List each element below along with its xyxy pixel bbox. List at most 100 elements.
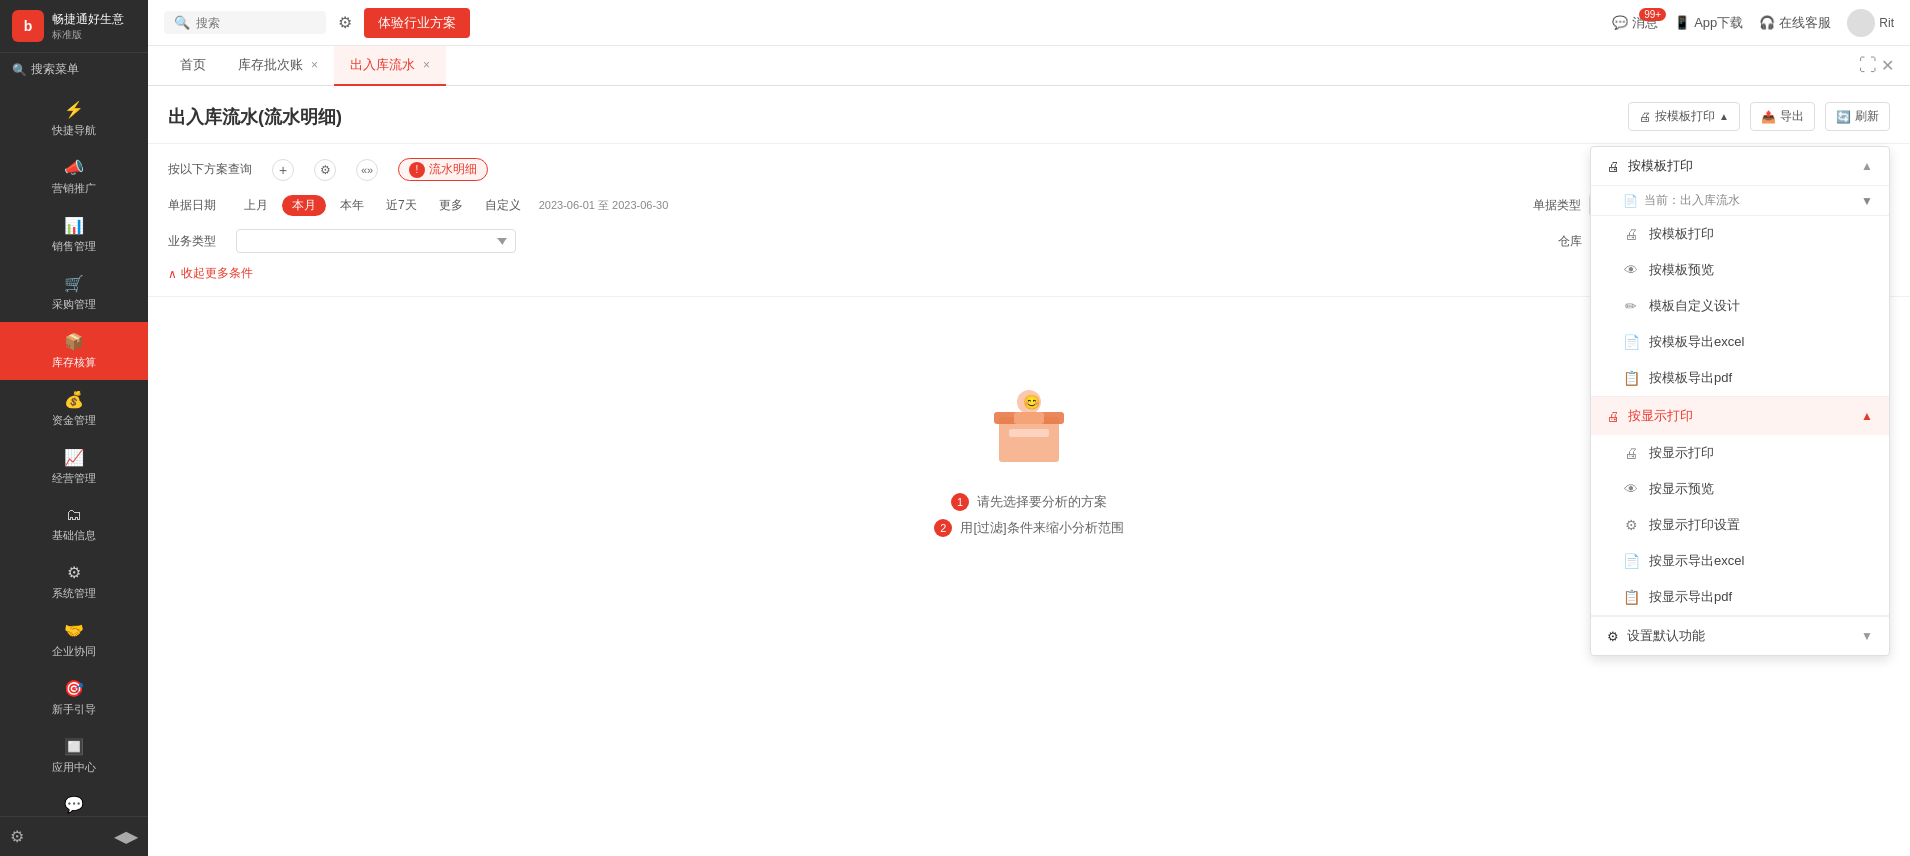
sidebar-footer: ⚙ ◀▶ xyxy=(0,816,148,856)
dropdown-template-模板自定义设计[interactable]: ✏模板自定义设计 xyxy=(1591,288,1889,324)
dropdown-display-icon: 🖨 xyxy=(1623,445,1639,461)
empty-illustration: 😊 xyxy=(979,377,1079,477)
print-template-btn[interactable]: 🖨 按模板打印 ▲ xyxy=(1628,102,1740,131)
guide-icon: 🎯 xyxy=(64,679,84,698)
basic-icon: 🗂 xyxy=(66,506,82,524)
dropdown-icon: 📄 xyxy=(1623,334,1639,350)
tabs-more-icon[interactable]: ✕ xyxy=(1881,56,1894,75)
empty-step-1: 1 请先选择要分析的方案 xyxy=(951,493,1107,511)
tabs-expand-icon[interactable]: ⛶ xyxy=(1859,55,1877,76)
tab-stock-flow[interactable]: 出入库流水 × xyxy=(334,46,446,86)
page-title: 出入库流水(流水明细) xyxy=(168,105,342,129)
sidebar-item-app-center[interactable]: 🔲应用中心 xyxy=(0,727,148,785)
sidebar-item-corp-wechat[interactable]: 💬企业微信 xyxy=(0,785,148,816)
headset-icon: 🎧 xyxy=(1759,15,1775,30)
topbar: 🔍 ⚙ 体验行业方案 💬 消息 99+ 📱 App下载 🎧 在线客服 R xyxy=(148,0,1910,46)
footer-chevron[interactable]: ▼ xyxy=(1861,629,1873,643)
settings-footer-icon: ⚙ xyxy=(1607,629,1619,644)
settings-footer-icon[interactable]: ⚙ xyxy=(10,827,24,846)
dropdown-template-按模板导出excel[interactable]: 📄按模板导出excel xyxy=(1591,324,1889,360)
sidebar-search[interactable]: 🔍 搜索菜单 xyxy=(0,53,148,86)
system-icon: ⚙ xyxy=(67,563,81,582)
svg-text:😊: 😊 xyxy=(1023,394,1041,411)
sidebar-item-sales[interactable]: 📊销售管理 xyxy=(0,206,148,264)
sidebar-item-operation[interactable]: 📈经营管理 xyxy=(0,438,148,496)
sales-icon: 📊 xyxy=(64,216,84,235)
filter-collapse-btn[interactable]: «» xyxy=(356,159,378,181)
sidebar-item-marketing[interactable]: 📣营销推广 xyxy=(0,148,148,206)
quick-nav-icon: ⚡ xyxy=(64,100,84,119)
dropdown-display-icon: 📋 xyxy=(1623,589,1639,605)
sidebar-item-label: 企业协同 xyxy=(52,644,96,659)
finance-icon: 💰 xyxy=(64,390,84,409)
sidebar-item-label: 快捷导航 xyxy=(52,123,96,138)
dropdown-template-按模板导出pdf[interactable]: 📋按模板导出pdf xyxy=(1591,360,1889,396)
sidebar-item-guide[interactable]: 🎯新手引导 xyxy=(0,669,148,727)
dropdown-template-按模板打印[interactable]: 🖨按模板打印 xyxy=(1591,216,1889,252)
filter-settings-btn[interactable]: ⚙ xyxy=(314,159,336,181)
printer-icon: 🖨 xyxy=(1639,110,1651,124)
user-avatar-area[interactable]: Rit xyxy=(1847,9,1894,37)
filter-chip-item[interactable]: ! 流水明细 xyxy=(398,158,488,181)
refresh-btn[interactable]: 🔄 刷新 xyxy=(1825,102,1890,131)
topbar-search-input[interactable] xyxy=(196,16,316,30)
filter-add-btn[interactable]: + xyxy=(272,159,294,181)
tab2-close-icon[interactable]: × xyxy=(423,58,430,72)
print-dropdown-panel: 🖨 按模板打印 ▲ 📄 当前：出入库流水 ▼ 🖨按模板打印👁按模板预览✏模板自定… xyxy=(1590,146,1890,656)
default-settings-row[interactable]: ⚙ 设置默认功能 xyxy=(1607,627,1705,645)
operation-icon: 📈 xyxy=(64,448,84,467)
messages-btn[interactable]: 💬 消息 99+ xyxy=(1612,14,1658,32)
page-actions: 🖨 按模板打印 ▲ 📤 导出 🔄 刷新 xyxy=(1628,102,1890,131)
export-btn[interactable]: 📤 导出 xyxy=(1750,102,1815,131)
sidebar-item-system[interactable]: ⚙系统管理 xyxy=(0,553,148,611)
tab1-close-icon[interactable]: × xyxy=(311,58,318,72)
dropdown-display-按显示预览[interactable]: 👁按显示预览 xyxy=(1591,471,1889,507)
tab-home[interactable]: 首页 xyxy=(164,46,222,86)
topbar-settings-icon[interactable]: ⚙ xyxy=(338,13,352,32)
dropdown-footer: ⚙ 设置默认功能 ▼ xyxy=(1591,616,1889,655)
date-tag-more[interactable]: 更多 xyxy=(431,195,471,216)
dropdown-display-icon: 👁 xyxy=(1623,481,1639,497)
main-area: 🔍 ⚙ 体验行业方案 💬 消息 99+ 📱 App下载 🎧 在线客服 R xyxy=(148,0,1910,856)
page-inner: 出入库流水(流水明细) 🖨 按模板打印 ▲ 📤 导出 🔄 刷新 xyxy=(148,86,1910,856)
filter-chip-badge: ! xyxy=(409,162,425,178)
marketing-icon: 📣 xyxy=(64,158,84,177)
sidebar-item-purchase[interactable]: 🛒采购管理 xyxy=(0,264,148,322)
dropdown-display-按显示导出pdf[interactable]: 📋按显示导出pdf xyxy=(1591,579,1889,615)
dropdown-display-按显示打印[interactable]: 🖨按显示打印 xyxy=(1591,435,1889,471)
empty-step-2: 2 用[过滤]条件来缩小分析范围 xyxy=(934,519,1123,537)
dropdown-display-按显示导出excel[interactable]: 📄按显示导出excel xyxy=(1591,543,1889,579)
app-download-btn[interactable]: 📱 App下载 xyxy=(1674,14,1743,32)
dropdown-template-按模板预览[interactable]: 👁按模板预览 xyxy=(1591,252,1889,288)
sidebar-item-quick-nav[interactable]: ⚡ 快捷导航 xyxy=(0,90,148,148)
date-tag-custom[interactable]: 自定义 xyxy=(477,195,529,216)
dropdown-icon: 🖨 xyxy=(1623,226,1639,242)
sidebar-item-inventory[interactable]: 📦库存核算 xyxy=(0,322,148,380)
topbar-search-box[interactable]: 🔍 xyxy=(164,11,326,34)
date-tag-this-month[interactable]: 本月 xyxy=(282,195,326,216)
online-service-btn[interactable]: 🎧 在线客服 xyxy=(1759,14,1831,32)
dropdown-display-icon: 📄 xyxy=(1623,553,1639,569)
collapse-sidebar-icon[interactable]: ◀▶ xyxy=(114,827,138,846)
date-tag-last-month[interactable]: 上月 xyxy=(236,195,276,216)
sidebar-item-collab[interactable]: 🤝企业协同 xyxy=(0,611,148,669)
date-tag-7days[interactable]: 近7天 xyxy=(378,195,425,216)
tabs-bar-right: ⛶ ✕ xyxy=(1859,55,1894,76)
biz-type-select[interactable] xyxy=(236,229,516,253)
sidebar-item-finance[interactable]: 💰资金管理 xyxy=(0,380,148,438)
sidebar-item-label: 应用中心 xyxy=(52,760,96,775)
dropdown-collapse-icon[interactable]: ▲ xyxy=(1861,159,1873,173)
export-icon: 📤 xyxy=(1761,110,1776,124)
dropdown-display-按显示打印设置[interactable]: ⚙按显示打印设置 xyxy=(1591,507,1889,543)
message-icon: 💬 xyxy=(1612,15,1628,30)
sidebar-item-basic[interactable]: 🗂基础信息 xyxy=(0,496,148,553)
trial-btn[interactable]: 体验行业方案 xyxy=(364,8,470,38)
printer-header-icon: 🖨 xyxy=(1607,159,1620,174)
sidebar: b 畅捷通好生意 标准版 🔍 搜索菜单 ⚡快捷导航📣营销推广📊销售管理🛒采购管理… xyxy=(0,0,148,856)
dropdown-icon: 📋 xyxy=(1623,370,1639,386)
display-section-chevron[interactable]: ▲ xyxy=(1861,409,1873,423)
user-avatar xyxy=(1847,9,1875,37)
tab-inventory-batch[interactable]: 库存批次账 × xyxy=(222,46,334,86)
date-tag-this-year[interactable]: 本年 xyxy=(332,195,372,216)
phone-icon: 📱 xyxy=(1674,15,1690,30)
